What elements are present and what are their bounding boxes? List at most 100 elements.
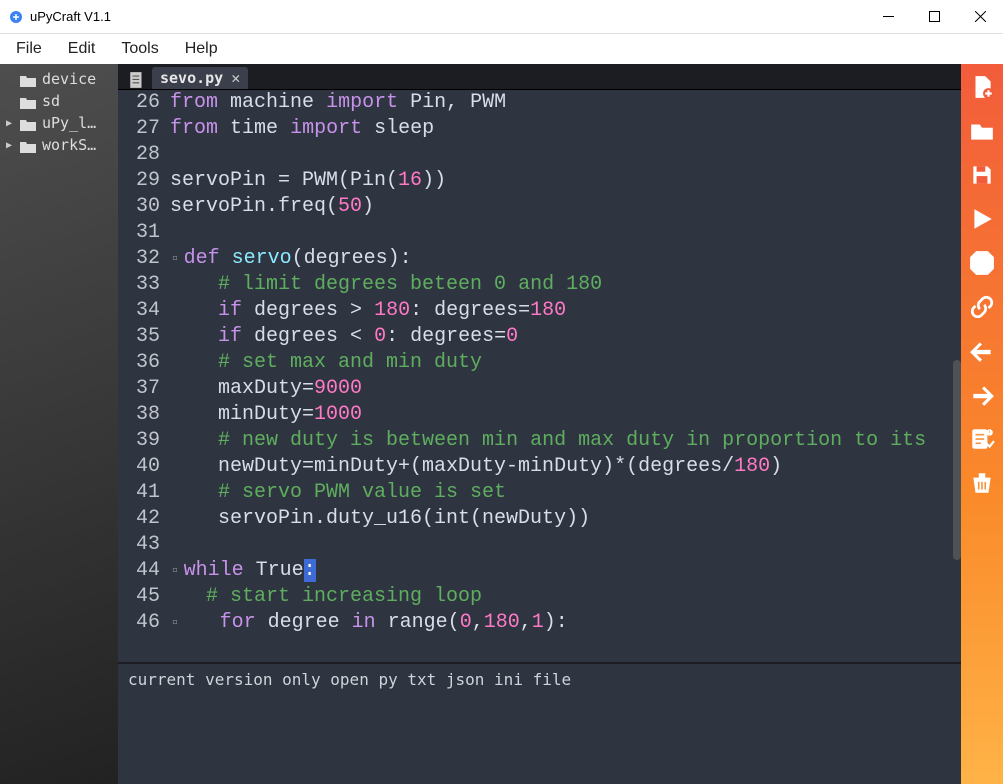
syntax-check-button[interactable]: ! bbox=[967, 424, 997, 454]
tab-close-icon[interactable]: ✕ bbox=[231, 69, 240, 87]
code-line[interactable]: 44▫while True: bbox=[118, 558, 961, 584]
code-line[interactable]: 26from machine import Pin, PWM bbox=[118, 90, 961, 116]
code-line[interactable]: 36 # set max and min duty bbox=[118, 350, 961, 376]
line-number: 40 bbox=[118, 454, 170, 480]
tab-sevo-py[interactable]: sevo.py ✕ bbox=[152, 67, 248, 89]
code-text[interactable]: if degrees < 0: degrees=0 bbox=[170, 324, 961, 350]
new-file-button[interactable] bbox=[967, 72, 997, 102]
svg-text:STOP: STOP bbox=[972, 259, 993, 268]
console-output[interactable]: current version only open py txt json in… bbox=[118, 662, 961, 784]
line-number: 45 bbox=[118, 584, 170, 610]
code-text[interactable]: # limit degrees beteen 0 and 180 bbox=[170, 272, 961, 298]
code-text[interactable]: ▫while True: bbox=[170, 558, 961, 584]
line-number: 44 bbox=[118, 558, 170, 584]
code-line[interactable]: 46▫ for degree in range(0,180,1): bbox=[118, 610, 961, 636]
line-number: 39 bbox=[118, 428, 170, 454]
code-line[interactable]: 35 if degrees < 0: degrees=0 bbox=[118, 324, 961, 350]
code-text[interactable]: servoPin.duty_u16(int(newDuty)) bbox=[170, 506, 961, 532]
line-number: 41 bbox=[118, 480, 170, 506]
code-line[interactable]: 40 newDuty=minDuty+(maxDuty-minDuty)*(de… bbox=[118, 454, 961, 480]
code-line[interactable]: 32▫def servo(degrees): bbox=[118, 246, 961, 272]
code-line[interactable]: 41 # servo PWM value is set bbox=[118, 480, 961, 506]
code-text[interactable] bbox=[170, 532, 961, 558]
folder-icon bbox=[20, 139, 36, 151]
code-line[interactable]: 33 # limit degrees beteen 0 and 180 bbox=[118, 272, 961, 298]
code-text[interactable]: maxDuty=9000 bbox=[170, 376, 961, 402]
code-line[interactable]: 42 servoPin.duty_u16(int(newDuty)) bbox=[118, 506, 961, 532]
code-line[interactable]: 39 # new duty is between min and max dut… bbox=[118, 428, 961, 454]
line-number: 37 bbox=[118, 376, 170, 402]
app-icon bbox=[8, 9, 24, 25]
code-line[interactable]: 31 bbox=[118, 220, 961, 246]
scrollbar-thumb[interactable] bbox=[953, 360, 961, 560]
code-text[interactable]: # start increasing loop bbox=[170, 584, 961, 610]
right-toolbar: STOP ! bbox=[961, 64, 1003, 784]
editor-column: sevo.py ✕ 26from machine import Pin, PWM… bbox=[118, 64, 961, 784]
code-text[interactable]: # new duty is between min and max duty i… bbox=[170, 428, 961, 454]
code-text[interactable]: servoPin.freq(50) bbox=[170, 194, 961, 220]
menu-edit[interactable]: Edit bbox=[64, 38, 100, 60]
menubar: File Edit Tools Help bbox=[0, 34, 1003, 64]
open-file-button[interactable] bbox=[967, 116, 997, 146]
line-number: 38 bbox=[118, 402, 170, 428]
window-controls bbox=[865, 0, 1003, 34]
maximize-button[interactable] bbox=[911, 0, 957, 34]
code-text[interactable]: from time import sleep bbox=[170, 116, 961, 142]
line-number: 43 bbox=[118, 532, 170, 558]
code-text[interactable]: newDuty=minDuty+(maxDuty-minDuty)*(degre… bbox=[170, 454, 961, 480]
tree-item-sd[interactable]: sd bbox=[0, 90, 118, 112]
code-line[interactable]: 43 bbox=[118, 532, 961, 558]
save-file-button[interactable] bbox=[967, 160, 997, 190]
stop-button[interactable]: STOP bbox=[967, 248, 997, 278]
line-number: 31 bbox=[118, 220, 170, 246]
fold-marker-icon[interactable]: ▫ bbox=[170, 614, 180, 632]
code-line[interactable]: 38 minDuty=1000 bbox=[118, 402, 961, 428]
code-text[interactable]: # servo PWM value is set bbox=[170, 480, 961, 506]
code-line[interactable]: 27from time import sleep bbox=[118, 116, 961, 142]
code-line[interactable]: 45 # start increasing loop bbox=[118, 584, 961, 610]
expand-arrow-icon[interactable]: ▶ bbox=[6, 118, 14, 129]
code-text[interactable]: minDuty=1000 bbox=[170, 402, 961, 428]
code-line[interactable]: 29servoPin = PWM(Pin(16)) bbox=[118, 168, 961, 194]
fold-marker-icon[interactable]: ▫ bbox=[170, 250, 180, 268]
line-number: 36 bbox=[118, 350, 170, 376]
tree-item-workspace[interactable]: ▶ workS… bbox=[0, 134, 118, 156]
menu-help[interactable]: Help bbox=[181, 38, 222, 60]
code-editor[interactable]: 26from machine import Pin, PWM27from tim… bbox=[118, 90, 961, 662]
code-line[interactable]: 28 bbox=[118, 142, 961, 168]
undo-button[interactable] bbox=[967, 336, 997, 366]
line-number: 29 bbox=[118, 168, 170, 194]
run-button[interactable] bbox=[967, 204, 997, 234]
file-tree-sidebar[interactable]: device sd ▶ uPy_l… ▶ workS… bbox=[0, 64, 118, 784]
console-text: current version only open py txt json in… bbox=[128, 670, 571, 689]
line-number: 27 bbox=[118, 116, 170, 142]
tree-item-upy-lib[interactable]: ▶ uPy_l… bbox=[0, 112, 118, 134]
tabbar: sevo.py ✕ bbox=[118, 64, 961, 90]
menu-tools[interactable]: Tools bbox=[117, 38, 162, 60]
code-line[interactable]: 30servoPin.freq(50) bbox=[118, 194, 961, 220]
redo-button[interactable] bbox=[967, 380, 997, 410]
code-text[interactable]: ▫ for degree in range(0,180,1): bbox=[170, 610, 961, 636]
folder-icon bbox=[20, 95, 36, 107]
titlebar-left: uPyCraft V1.1 bbox=[8, 9, 111, 25]
code-text[interactable]: from machine import Pin, PWM bbox=[170, 90, 961, 116]
code-text[interactable] bbox=[170, 142, 961, 168]
close-button[interactable] bbox=[957, 0, 1003, 34]
tree-label: device bbox=[42, 70, 96, 88]
fold-marker-icon[interactable]: ▫ bbox=[170, 562, 180, 580]
line-number: 42 bbox=[118, 506, 170, 532]
code-text[interactable]: servoPin = PWM(Pin(16)) bbox=[170, 168, 961, 194]
code-line[interactable]: 37 maxDuty=9000 bbox=[118, 376, 961, 402]
expand-arrow-icon[interactable]: ▶ bbox=[6, 140, 14, 151]
code-text[interactable] bbox=[170, 220, 961, 246]
code-text[interactable]: ▫def servo(degrees): bbox=[170, 246, 961, 272]
menu-file[interactable]: File bbox=[12, 38, 46, 60]
file-icon bbox=[128, 71, 146, 89]
clear-button[interactable] bbox=[967, 468, 997, 498]
tree-item-device[interactable]: device bbox=[0, 68, 118, 90]
connect-button[interactable] bbox=[967, 292, 997, 322]
code-text[interactable]: if degrees > 180: degrees=180 bbox=[170, 298, 961, 324]
code-line[interactable]: 34 if degrees > 180: degrees=180 bbox=[118, 298, 961, 324]
minimize-button[interactable] bbox=[865, 0, 911, 34]
code-text[interactable]: # set max and min duty bbox=[170, 350, 961, 376]
